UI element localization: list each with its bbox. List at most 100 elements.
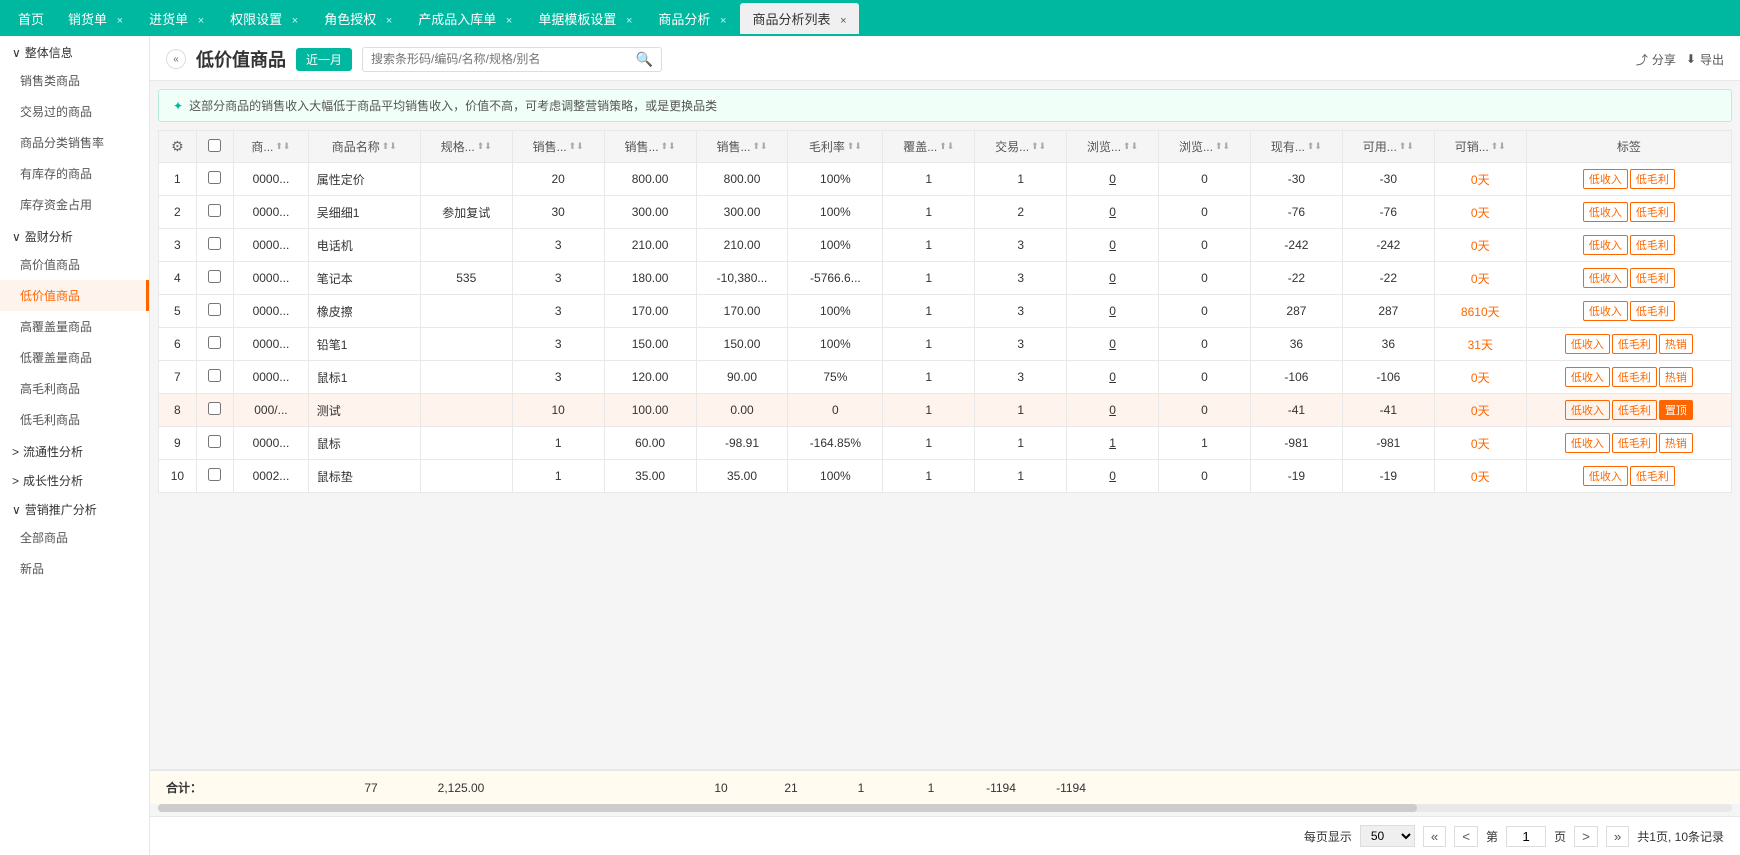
col-trade[interactable]: 交易...⬆⬇ <box>975 131 1067 163</box>
cell-view1[interactable]: 0 <box>1067 295 1159 328</box>
nav-item-inventory[interactable]: 产成品入库单 × <box>406 3 524 34</box>
sidebar-item-stocked-products[interactable]: 有库存的商品 <box>0 158 149 189</box>
view1-link[interactable]: 0 <box>1109 403 1116 417</box>
prev-page-button[interactable]: < <box>1454 826 1478 847</box>
view1-link[interactable]: 0 <box>1109 337 1116 351</box>
view1-link[interactable]: 0 <box>1109 172 1116 186</box>
sidebar-group-growth[interactable]: > 成长性分析 <box>0 464 149 493</box>
col-sale-qty[interactable]: 销售...⬆⬇ <box>512 131 604 163</box>
nav-item-sales[interactable]: 销货单 × <box>56 3 135 34</box>
collapse-sidebar-button[interactable]: « <box>166 49 186 69</box>
cell-checkbox[interactable] <box>196 295 233 328</box>
view1-link[interactable]: 0 <box>1109 238 1116 252</box>
col-sale-price[interactable]: 销售...⬆⬇ <box>604 131 696 163</box>
sidebar-group-profit[interactable]: ∨ 盈财分析 <box>0 220 149 249</box>
nav-item-product-analysis-list[interactable]: 商品分析列表 × <box>740 3 858 34</box>
row-checkbox[interactable] <box>208 402 221 415</box>
col-current[interactable]: 现有...⬆⬇ <box>1250 131 1342 163</box>
view1-link[interactable]: 0 <box>1109 271 1116 285</box>
col-coverage[interactable]: 覆盖...⬆⬇ <box>883 131 975 163</box>
cell-checkbox[interactable] <box>196 361 233 394</box>
page-size-select[interactable]: 50 20 100 <box>1360 825 1415 847</box>
cell-checkbox[interactable] <box>196 427 233 460</box>
search-icon[interactable]: 🔍 <box>636 51 653 68</box>
row-checkbox[interactable] <box>208 237 221 250</box>
cell-view1[interactable]: 0 <box>1067 196 1159 229</box>
cell-checkbox[interactable] <box>196 196 233 229</box>
page-number-input[interactable] <box>1506 826 1546 847</box>
col-saleable[interactable]: 可销...⬆⬇ <box>1434 131 1526 163</box>
cell-view1[interactable]: 0 <box>1067 262 1159 295</box>
row-checkbox[interactable] <box>208 204 221 217</box>
row-checkbox[interactable] <box>208 303 221 316</box>
close-icon[interactable]: × <box>386 15 392 27</box>
nav-item-purchase[interactable]: 进货单 × <box>137 3 216 34</box>
select-all-checkbox[interactable] <box>208 139 221 152</box>
col-name[interactable]: 商品名称⬆⬇ <box>308 131 420 163</box>
search-input[interactable] <box>371 52 636 66</box>
cell-checkbox[interactable] <box>196 394 233 427</box>
horizontal-scrollbar[interactable] <box>158 804 1732 812</box>
view1-link[interactable]: 0 <box>1109 469 1116 483</box>
sidebar-item-high-value[interactable]: 高价值商品 <box>0 249 149 280</box>
col-gear[interactable]: ⚙ <box>159 131 197 163</box>
cell-view1[interactable]: 0 <box>1067 394 1159 427</box>
sidebar-item-new-products[interactable]: 新品 <box>0 553 149 584</box>
row-checkbox[interactable] <box>208 369 221 382</box>
cell-view1[interactable]: 0 <box>1067 361 1159 394</box>
filter-recent-month-button[interactable]: 近一月 <box>296 48 352 71</box>
sidebar-item-low-value[interactable]: 低价值商品 <box>0 280 149 311</box>
sidebar-item-stock-capital[interactable]: 库存资金占用 <box>0 189 149 220</box>
close-icon[interactable]: × <box>720 15 726 27</box>
nav-item-product-analysis[interactable]: 商品分析 × <box>646 3 738 34</box>
view1-link[interactable]: 0 <box>1109 370 1116 384</box>
close-icon[interactable]: × <box>626 15 632 27</box>
cell-view1[interactable]: 1 <box>1067 427 1159 460</box>
col-sale-amount[interactable]: 销售...⬆⬇ <box>696 131 788 163</box>
export-button[interactable]: ⬇ 导出 <box>1686 51 1724 68</box>
last-page-button[interactable]: » <box>1606 826 1629 847</box>
close-icon[interactable]: × <box>292 15 298 27</box>
row-checkbox[interactable] <box>208 270 221 283</box>
sidebar-item-low-coverage[interactable]: 低覆盖量商品 <box>0 342 149 373</box>
nav-item-permissions[interactable]: 权限设置 × <box>218 3 310 34</box>
cell-view1[interactable]: 0 <box>1067 328 1159 361</box>
nav-item-templates[interactable]: 单据模板设置 × <box>526 3 644 34</box>
col-spec[interactable]: 规格...⬆⬇ <box>420 131 512 163</box>
sidebar-item-high-coverage[interactable]: 高覆盖量商品 <box>0 311 149 342</box>
close-icon[interactable]: × <box>840 15 846 27</box>
cell-checkbox[interactable] <box>196 229 233 262</box>
cell-view1[interactable]: 0 <box>1067 163 1159 196</box>
row-checkbox[interactable] <box>208 468 221 481</box>
sidebar-item-low-margin[interactable]: 低毛利商品 <box>0 404 149 435</box>
first-page-button[interactable]: « <box>1423 826 1446 847</box>
sidebar-group-flow[interactable]: > 流通性分析 <box>0 435 149 464</box>
sidebar-group-overall[interactable]: ∨ 整体信息 <box>0 36 149 65</box>
table-container[interactable]: ⚙ 商...⬆⬇ 商品名称⬆⬇ 规格...⬆⬇ 销售...⬆⬇ 销售...⬆⬇ … <box>150 130 1740 769</box>
nav-item-roles[interactable]: 角色授权 × <box>312 3 404 34</box>
view1-link[interactable]: 0 <box>1109 304 1116 318</box>
view1-link[interactable]: 0 <box>1109 205 1116 219</box>
sidebar-item-traded-products[interactable]: 交易过的商品 <box>0 96 149 127</box>
close-icon[interactable]: × <box>506 15 512 27</box>
cell-checkbox[interactable] <box>196 262 233 295</box>
cell-checkbox[interactable] <box>196 163 233 196</box>
next-page-button[interactable]: > <box>1574 826 1598 847</box>
col-available[interactable]: 可用...⬆⬇ <box>1342 131 1434 163</box>
cell-checkbox[interactable] <box>196 328 233 361</box>
col-view1[interactable]: 浏览...⬆⬇ <box>1067 131 1159 163</box>
sidebar-item-category-sales-rate[interactable]: 商品分类销售率 <box>0 127 149 158</box>
cell-checkbox[interactable] <box>196 460 233 493</box>
col-checkbox[interactable] <box>196 131 233 163</box>
col-margin[interactable]: 毛利率⬆⬇ <box>788 131 883 163</box>
cell-view1[interactable]: 0 <box>1067 229 1159 262</box>
sidebar-item-sales-products[interactable]: 销售类商品 <box>0 65 149 96</box>
sidebar-group-marketing[interactable]: ∨ 营销推广分析 <box>0 493 149 522</box>
row-checkbox[interactable] <box>208 171 221 184</box>
row-checkbox[interactable] <box>208 435 221 448</box>
col-code[interactable]: 商...⬆⬇ <box>234 131 309 163</box>
col-view2[interactable]: 浏览...⬆⬇ <box>1159 131 1251 163</box>
close-icon[interactable]: × <box>198 15 204 27</box>
nav-home[interactable]: 首页 <box>8 3 54 34</box>
cell-view1[interactable]: 0 <box>1067 460 1159 493</box>
